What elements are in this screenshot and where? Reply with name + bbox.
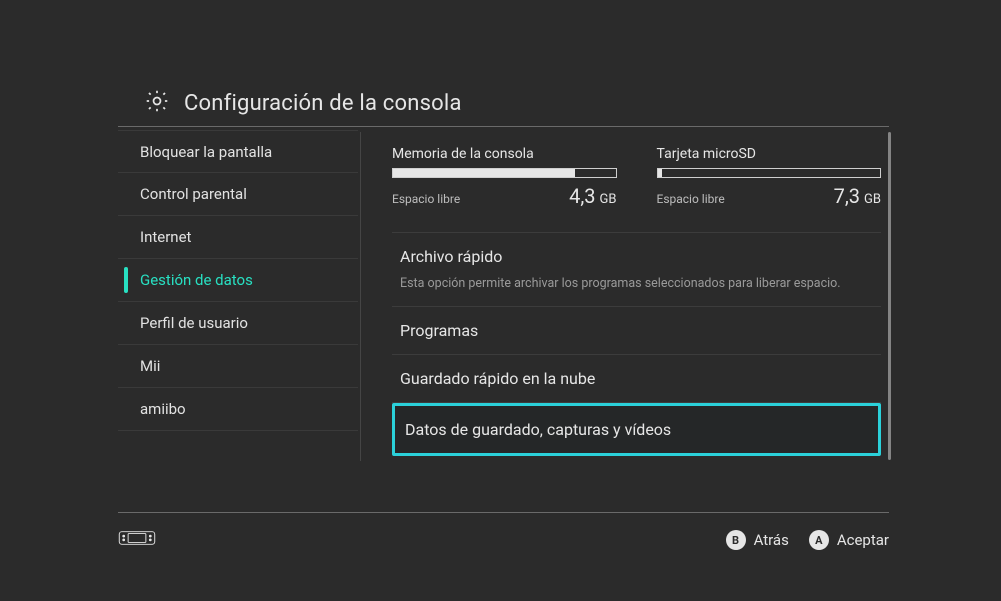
storage-sdcard: Tarjeta microSD Espacio libre 7,3GB: [657, 146, 882, 208]
main-panel: Memoria de la consola Espacio libre 4,3G…: [392, 146, 881, 456]
sidebar-item-label: Control parental: [140, 185, 247, 203]
back-button[interactable]: B Atrás: [726, 530, 789, 550]
menu-item-desc: Esta opción permite archivar los program…: [400, 276, 873, 292]
menu-item-label: Guardado rápido en la nube: [400, 369, 873, 388]
storage-sdcard-info: Espacio libre 7,3GB: [657, 184, 882, 208]
storage-console-free-value: 4,3GB: [569, 184, 616, 208]
a-button-icon: A: [809, 530, 829, 550]
sidebar-item-mii[interactable]: Mii: [118, 345, 358, 388]
sidebar-item-label: amiibo: [140, 400, 186, 418]
menu-save-data[interactable]: Datos de guardado, capturas y vídeos: [392, 403, 881, 456]
accept-button[interactable]: A Aceptar: [809, 530, 889, 550]
sidebar-item-internet[interactable]: Internet: [118, 216, 358, 259]
storage-row: Memoria de la consola Espacio libre 4,3G…: [392, 146, 881, 233]
page-title: Configuración de la consola: [184, 91, 462, 116]
footer-buttons: B Atrás A Aceptar: [726, 530, 889, 550]
b-button-icon: B: [726, 530, 746, 550]
sidebar-item-label: Mii: [140, 357, 160, 375]
sidebar-item-label: Bloquear la pantalla: [140, 143, 272, 161]
gear-icon: [144, 88, 170, 118]
menu-cloud-save[interactable]: Guardado rápido en la nube: [392, 355, 881, 403]
menu-item-label: Programas: [400, 321, 873, 340]
storage-sdcard-bar: [657, 168, 882, 178]
back-label: Atrás: [754, 531, 789, 549]
footer-divider: [118, 512, 889, 513]
page-title-row: Configuración de la consola: [144, 88, 462, 118]
storage-sdcard-free-value: 7,3GB: [834, 184, 881, 208]
menu-item-label: Archivo rápido: [400, 247, 873, 266]
storage-console-label: Memoria de la consola: [392, 146, 617, 162]
storage-console-bar: [392, 168, 617, 178]
settings-sidebar: Bloquear la pantalla Control parental In…: [118, 130, 358, 431]
storage-console-fill: [393, 169, 575, 177]
sidebar-item-parental-controls[interactable]: Control parental: [118, 173, 358, 216]
console-icon: [118, 529, 156, 551]
storage-sdcard-free-label: Espacio libre: [657, 192, 725, 206]
sidebar-item-user-profile[interactable]: Perfil de usuario: [118, 302, 358, 345]
sidebar-item-label: Gestión de datos: [140, 271, 253, 289]
sidebar-item-label: Perfil de usuario: [140, 314, 248, 332]
vertical-separator: [360, 132, 361, 461]
sidebar-item-lock-screen[interactable]: Bloquear la pantalla: [118, 130, 358, 173]
menu-item-label: Datos de guardado, capturas y vídeos: [405, 420, 868, 439]
menu-quick-archive[interactable]: Archivo rápido Esta opción permite archi…: [392, 233, 881, 307]
storage-console: Memoria de la consola Espacio libre 4,3G…: [392, 146, 617, 208]
scrollbar-track[interactable]: [888, 132, 891, 460]
storage-sdcard-label: Tarjeta microSD: [657, 146, 882, 162]
accept-label: Aceptar: [837, 531, 889, 549]
storage-console-info: Espacio libre 4,3GB: [392, 184, 617, 208]
footer: B Atrás A Aceptar: [118, 525, 889, 555]
top-divider: [118, 126, 889, 127]
sidebar-item-label: Internet: [140, 228, 191, 246]
storage-sdcard-fill: [658, 169, 662, 177]
settings-screen: Configuración de la consola Bloquear la …: [0, 0, 1001, 601]
sidebar-item-data-management[interactable]: Gestión de datos: [118, 259, 358, 302]
sidebar-item-amiibo[interactable]: amiibo: [118, 388, 358, 431]
storage-console-free-label: Espacio libre: [392, 192, 460, 206]
menu-programs[interactable]: Programas: [392, 307, 881, 355]
